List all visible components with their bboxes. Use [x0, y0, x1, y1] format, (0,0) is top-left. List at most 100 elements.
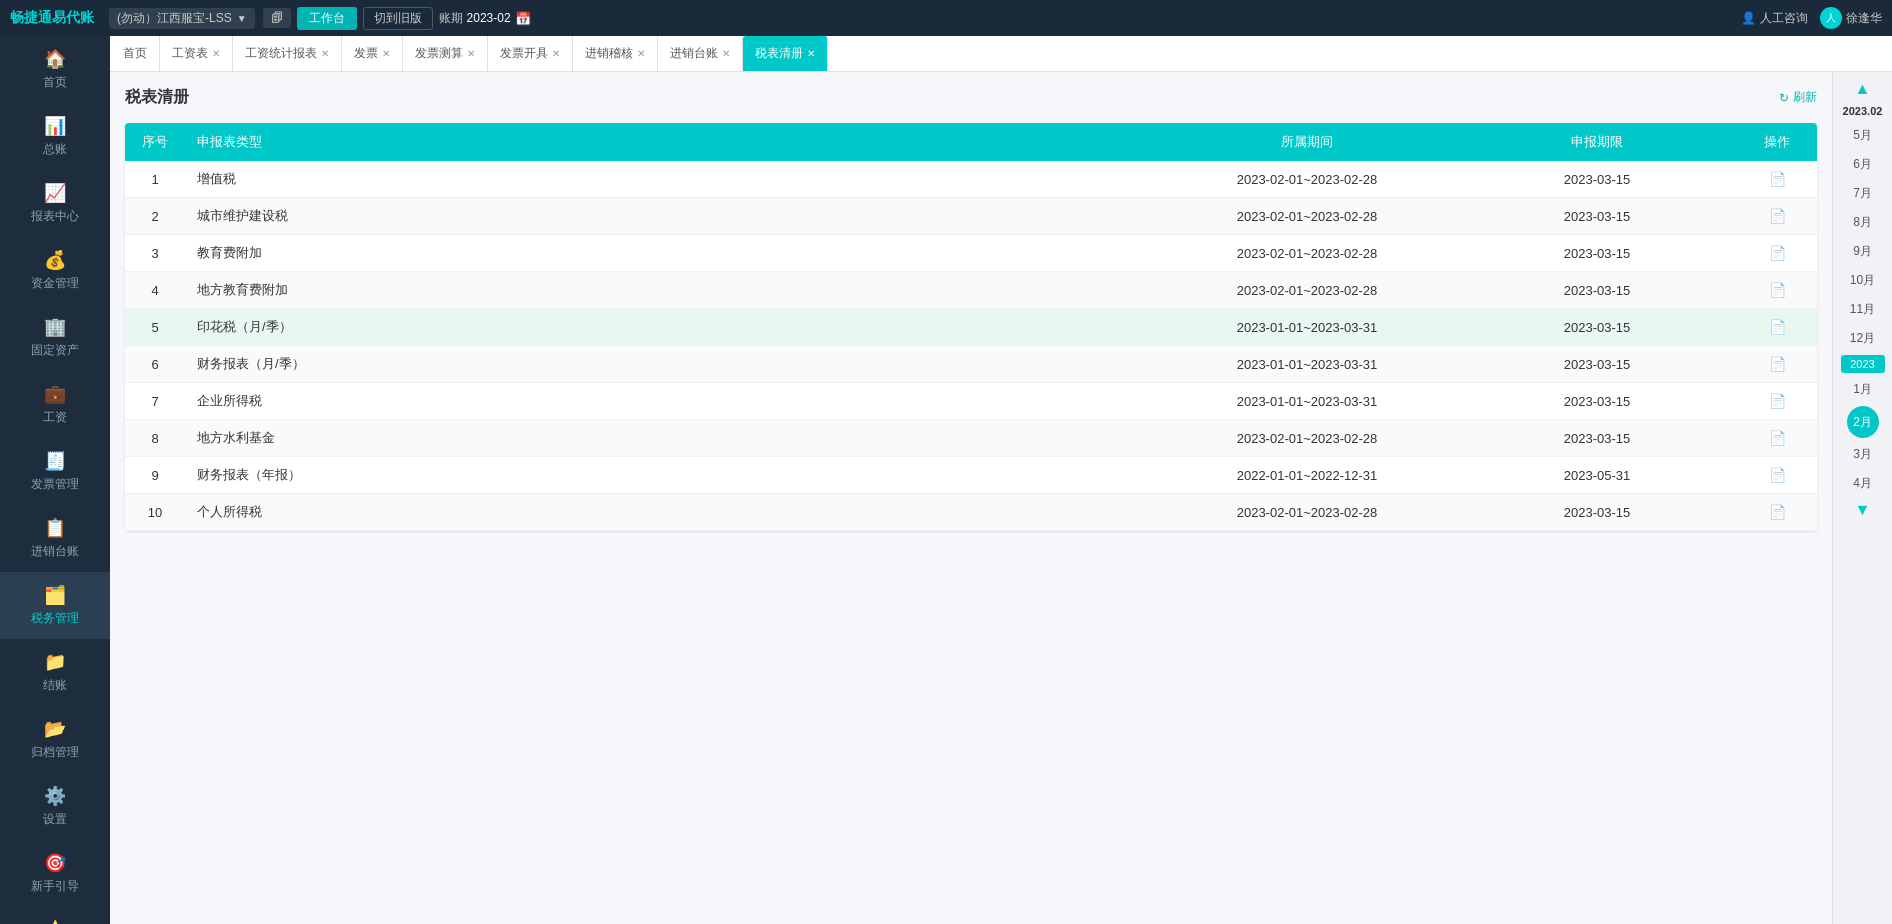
month-item-12[interactable]: 12月: [1841, 325, 1885, 352]
tab-tax-register-label: 税表清册: [755, 45, 803, 62]
cell-deadline: 2023-03-15: [1457, 346, 1737, 383]
sidebar-item-assets[interactable]: 🏢 固定资产: [0, 304, 110, 371]
date-nav-up[interactable]: ▲: [1852, 77, 1874, 101]
tab-invoice-open[interactable]: 发票开具 ✕: [488, 36, 573, 71]
tab-purchase-check[interactable]: 进销稽核 ✕: [573, 36, 658, 71]
cell-type: 企业所得税: [185, 383, 1157, 420]
month-item-10[interactable]: 10月: [1841, 267, 1885, 294]
cell-period: 2023-02-01~2023-02-28: [1157, 272, 1457, 309]
view-action-icon[interactable]: 📄: [1769, 208, 1786, 224]
stock-icon: 📋: [44, 517, 66, 539]
tab-salary-stats[interactable]: 工资统计报表 ✕: [233, 36, 342, 71]
tab-purchase-ledger[interactable]: 进销台账 ✕: [658, 36, 743, 71]
sidebar-item-stock[interactable]: 📋 进销台账: [0, 505, 110, 572]
member-icon: ⭐: [44, 919, 66, 924]
tab-invoice-close[interactable]: ✕: [382, 48, 390, 59]
sidebar-item-tax[interactable]: 🗂️ 税务管理: [0, 572, 110, 639]
year-2023-label[interactable]: 2023: [1841, 355, 1885, 373]
cell-index: 10: [125, 494, 185, 531]
view-action-icon[interactable]: 📄: [1769, 171, 1786, 187]
sidebar-label-tax: 税务管理: [31, 610, 79, 627]
view-action-icon[interactable]: 📄: [1769, 282, 1786, 298]
period-label: 账期: [439, 10, 463, 27]
cell-index: 8: [125, 420, 185, 457]
sidebar-label-guide: 新手引导: [31, 878, 79, 895]
view-action-icon[interactable]: 📄: [1769, 467, 1786, 483]
month-item-5[interactable]: 5月: [1841, 122, 1885, 149]
cell-index: 3: [125, 235, 185, 272]
month-item-4[interactable]: 4月: [1841, 470, 1885, 497]
sidebar-item-settings[interactable]: ⚙️ 设置: [0, 773, 110, 840]
table-row: 7 企业所得税 2023-01-01~2023-03-31 2023-03-15…: [125, 383, 1817, 420]
tab-salary-close[interactable]: ✕: [212, 48, 220, 59]
company-selector[interactable]: (勿动）江西服宝-LSS ▼: [109, 8, 255, 29]
cell-index: 9: [125, 457, 185, 494]
tab-invoice-label: 发票: [354, 45, 378, 62]
view-action-icon[interactable]: 📄: [1769, 430, 1786, 446]
tab-invoice-calc[interactable]: 发票测算 ✕: [403, 36, 488, 71]
month-item-1[interactable]: 1月: [1841, 376, 1885, 403]
date-nav-down[interactable]: ▼: [1852, 498, 1874, 522]
calendar-icon[interactable]: 📅: [515, 11, 531, 26]
tab-invoice-calc-label: 发票测算: [415, 45, 463, 62]
invoice-icon: 🧾: [44, 450, 66, 472]
sidebar-item-guide[interactable]: 🎯 新手引导: [0, 840, 110, 907]
view-action-icon[interactable]: 📄: [1769, 245, 1786, 261]
month-item-9[interactable]: 9月: [1841, 238, 1885, 265]
close-accounts-icon: 📁: [44, 651, 66, 673]
cell-period: 2023-01-01~2023-03-31: [1157, 309, 1457, 346]
sidebar-label-funds: 资金管理: [31, 275, 79, 292]
tab-salary-table[interactable]: 工资表 ✕: [160, 36, 233, 71]
table-row: 4 地方教育费附加 2023-02-01~2023-02-28 2023-03-…: [125, 272, 1817, 309]
tab-purchase-check-close[interactable]: ✕: [637, 48, 645, 59]
month-item-6[interactable]: 6月: [1841, 151, 1885, 178]
tab-home[interactable]: 首页: [115, 36, 160, 71]
col-deadline: 申报期限: [1457, 123, 1737, 161]
page-title-row: 税表清册 ↻ 刷新: [125, 87, 1817, 108]
tab-tax-register[interactable]: 税表清册 ✕: [743, 36, 828, 71]
month-item-3[interactable]: 3月: [1841, 441, 1885, 468]
switch-old-version-button[interactable]: 切到旧版: [363, 7, 433, 30]
sidebar-item-salary[interactable]: 💼 工资: [0, 371, 110, 438]
work-station-button[interactable]: 工作台: [297, 7, 357, 30]
cell-action: 📄: [1737, 420, 1817, 457]
tab-purchase-check-label: 进销稽核: [585, 45, 633, 62]
sidebar-label-ledger: 总账: [43, 141, 67, 158]
sidebar-item-home[interactable]: 🏠 首页: [0, 36, 110, 103]
sidebar-item-invoice[interactable]: 🧾 发票管理: [0, 438, 110, 505]
view-action-icon[interactable]: 📄: [1769, 356, 1786, 372]
view-action-icon[interactable]: 📄: [1769, 393, 1786, 409]
user-consult-link[interactable]: 👤 人工咨询: [1741, 10, 1808, 27]
tab-salary-stats-close[interactable]: ✕: [321, 48, 329, 59]
refresh-label: 刷新: [1793, 89, 1817, 106]
month-item-7[interactable]: 7月: [1841, 180, 1885, 207]
sidebar-item-funds[interactable]: 💰 资金管理: [0, 237, 110, 304]
tab-tax-register-close[interactable]: ✕: [807, 48, 815, 59]
view-action-icon[interactable]: 📄: [1769, 319, 1786, 335]
tab-invoice[interactable]: 发票 ✕: [342, 36, 403, 71]
month-item-2-active[interactable]: 2月: [1847, 406, 1879, 438]
copy-icon-btn[interactable]: 🗐: [263, 8, 291, 28]
cell-deadline: 2023-03-15: [1457, 494, 1737, 531]
cell-type: 财务报表（月/季）: [185, 346, 1157, 383]
user-avatar: 人: [1820, 7, 1842, 29]
sidebar-item-member[interactable]: ⭐ 畅会员: [0, 907, 110, 924]
cell-action: 📄: [1737, 272, 1817, 309]
month-item-8[interactable]: 8月: [1841, 209, 1885, 236]
tab-bar: 首页 工资表 ✕ 工资统计报表 ✕ 发票 ✕ 发票测算 ✕ 发票开具 ✕: [110, 36, 1892, 72]
app-logo: 畅捷通易代账: [10, 9, 94, 27]
sidebar-label-invoice: 发票管理: [31, 476, 79, 493]
sidebar-item-ledger[interactable]: 📊 总账: [0, 103, 110, 170]
cell-period: 2023-02-01~2023-02-28: [1157, 235, 1457, 272]
month-item-11[interactable]: 11月: [1841, 296, 1885, 323]
tab-invoice-open-close[interactable]: ✕: [552, 48, 560, 59]
refresh-button[interactable]: ↻ 刷新: [1779, 89, 1817, 106]
tab-purchase-ledger-close[interactable]: ✕: [722, 48, 730, 59]
cell-deadline: 2023-03-15: [1457, 198, 1737, 235]
sidebar-item-close[interactable]: 📁 结账: [0, 639, 110, 706]
view-action-icon[interactable]: 📄: [1769, 504, 1786, 520]
sidebar-item-reports[interactable]: 📈 报表中心: [0, 170, 110, 237]
tab-invoice-calc-close[interactable]: ✕: [467, 48, 475, 59]
user-profile-link[interactable]: 人 徐逢华: [1820, 7, 1882, 29]
sidebar-item-archive[interactable]: 📂 归档管理: [0, 706, 110, 773]
